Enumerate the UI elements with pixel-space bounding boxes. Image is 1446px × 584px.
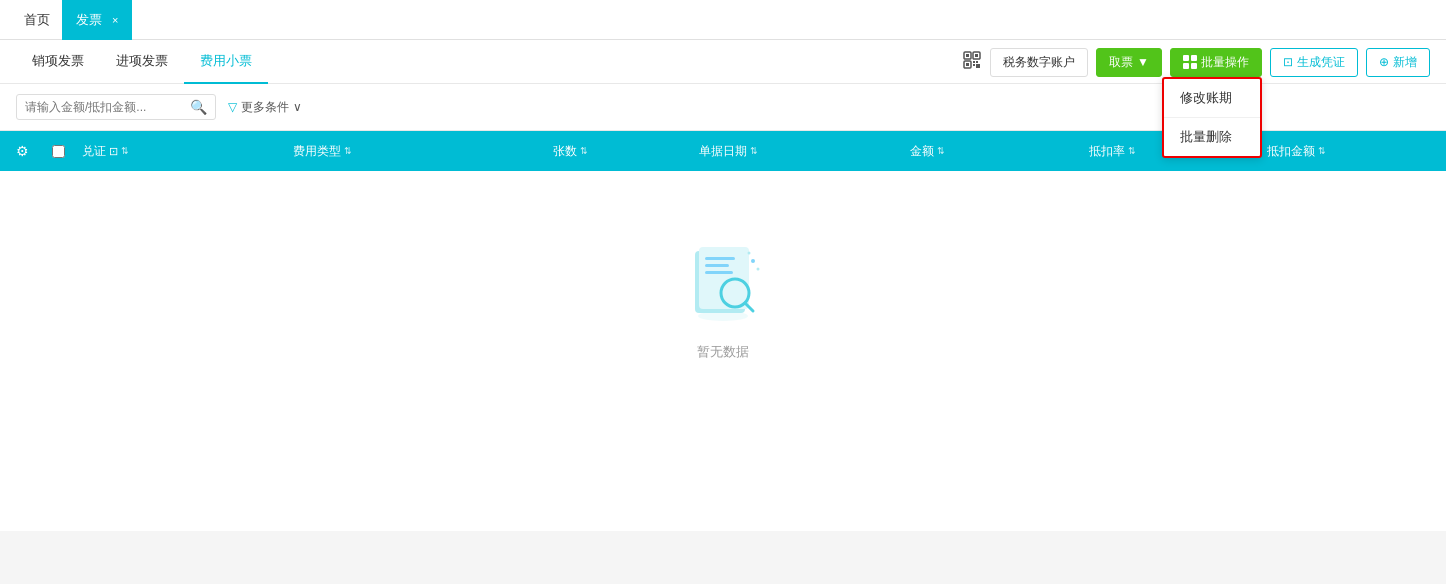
search-icon: 🔍 — [190, 99, 207, 115]
tab-expense[interactable]: 费用小票 — [184, 40, 268, 84]
add-icon: ⊕ — [1379, 55, 1389, 69]
count-sort-icon[interactable]: ⇅ — [580, 146, 588, 156]
svg-rect-5 — [966, 63, 969, 66]
fetch-chevron-icon: ▼ — [1137, 55, 1149, 69]
th-expense-type: 费用类型 ⇅ — [285, 143, 545, 160]
svg-rect-3 — [966, 54, 969, 57]
th-date: 单据日期 ⇅ — [691, 143, 902, 160]
date-sort-icon[interactable]: ⇅ — [750, 146, 758, 156]
top-nav: 首页 发票 × — [0, 0, 1446, 40]
qr-icon[interactable] — [962, 50, 982, 75]
rate-sort-icon[interactable]: ⇅ — [1128, 146, 1136, 156]
settings-icon: ⚙ — [16, 143, 29, 159]
amount-sort-icon[interactable]: ⇅ — [937, 146, 945, 156]
svg-rect-19 — [705, 271, 733, 274]
more-filter-chevron: ∨ — [293, 100, 302, 114]
toolbar: 税务数字账户 取票 ▼ 批量操作 修改账期 — [946, 40, 1446, 84]
fetch-ticket-btn[interactable]: 取票 ▼ — [1096, 48, 1162, 77]
svg-rect-7 — [976, 61, 978, 63]
svg-rect-17 — [705, 257, 735, 260]
svg-rect-11 — [1191, 55, 1197, 61]
svg-rect-10 — [1183, 55, 1189, 61]
select-all-checkbox[interactable] — [52, 145, 65, 158]
modify-period-item[interactable]: 修改账期 — [1164, 79, 1260, 118]
search-input[interactable] — [25, 100, 184, 114]
svg-point-21 — [726, 284, 744, 302]
more-filter-btn[interactable]: ▽ 更多条件 ∨ — [228, 99, 302, 116]
svg-rect-13 — [1191, 63, 1197, 69]
svg-rect-9 — [976, 64, 980, 68]
th-settings[interactable]: ⚙ — [8, 143, 44, 159]
voucher-label: 生成凭证 — [1297, 54, 1345, 71]
svg-rect-8 — [973, 64, 975, 66]
batch-delete-item[interactable]: 批量删除 — [1164, 118, 1260, 156]
add-label: 新增 — [1393, 54, 1417, 71]
svg-point-23 — [751, 259, 755, 263]
empty-state: 暂无数据 — [0, 171, 1446, 401]
expense-sort-icon[interactable]: ⇅ — [344, 146, 352, 156]
empty-text: 暂无数据 — [697, 343, 749, 361]
tax-account-btn[interactable]: 税务数字账户 — [990, 48, 1088, 77]
batch-label: 批量操作 — [1201, 54, 1249, 71]
deduct-sort-icon[interactable]: ⇅ — [1318, 146, 1326, 156]
content-area: ⚙ 兑证 ⊡ ⇅ 费用类型 ⇅ 张数 ⇅ 单据日期 ⇅ 金额 ⇅ 抵扣率 ⇅ — [0, 131, 1446, 531]
th-checkbox[interactable] — [44, 145, 74, 158]
voucher-filter-icon[interactable]: ⊡ — [109, 145, 118, 158]
search-wrap: 🔍 — [16, 94, 216, 120]
batch-dropdown: 修改账期 批量删除 — [1162, 77, 1262, 158]
sub-tabs-bar: 销项发票 进项发票 费用小票 税务数字账户 — [0, 40, 1446, 84]
svg-rect-4 — [975, 54, 978, 57]
tab-sales[interactable]: 销项发票 — [16, 40, 100, 84]
svg-point-24 — [757, 268, 760, 271]
more-filter-label: 更多条件 — [241, 99, 289, 116]
svg-rect-6 — [973, 61, 975, 63]
svg-rect-12 — [1183, 63, 1189, 69]
invoice-tab-label: 发票 — [76, 11, 102, 29]
voucher-icon: ⊡ — [1283, 55, 1293, 69]
fetch-label: 取票 — [1109, 54, 1133, 71]
tab-input[interactable]: 进项发票 — [100, 40, 184, 84]
add-btn[interactable]: ⊕ 新增 — [1366, 48, 1430, 77]
batch-btn-wrap: 批量操作 修改账期 批量删除 — [1170, 48, 1262, 77]
th-amount: 金额 ⇅ — [902, 143, 1081, 160]
svg-rect-18 — [705, 264, 729, 267]
invoice-tab[interactable]: 发票 × — [62, 0, 132, 40]
th-count: 张数 ⇅ — [545, 143, 691, 160]
th-deduct: 抵扣金额 ⇅ — [1259, 143, 1438, 160]
generate-voucher-btn[interactable]: ⊡ 生成凭证 — [1270, 48, 1358, 77]
voucher-sort-icon[interactable]: ⇅ — [121, 146, 129, 156]
empty-illustration — [673, 231, 773, 331]
th-voucher: 兑证 ⊡ ⇅ — [74, 143, 285, 160]
batch-operation-btn[interactable]: 批量操作 — [1170, 48, 1262, 77]
filter-icon: ▽ — [228, 100, 237, 114]
invoice-tab-close[interactable]: × — [112, 14, 118, 26]
tax-account-label: 税务数字账户 — [1003, 54, 1075, 71]
home-tab[interactable]: 首页 — [12, 11, 62, 29]
batch-icon — [1183, 55, 1197, 69]
svg-point-25 — [748, 252, 751, 255]
